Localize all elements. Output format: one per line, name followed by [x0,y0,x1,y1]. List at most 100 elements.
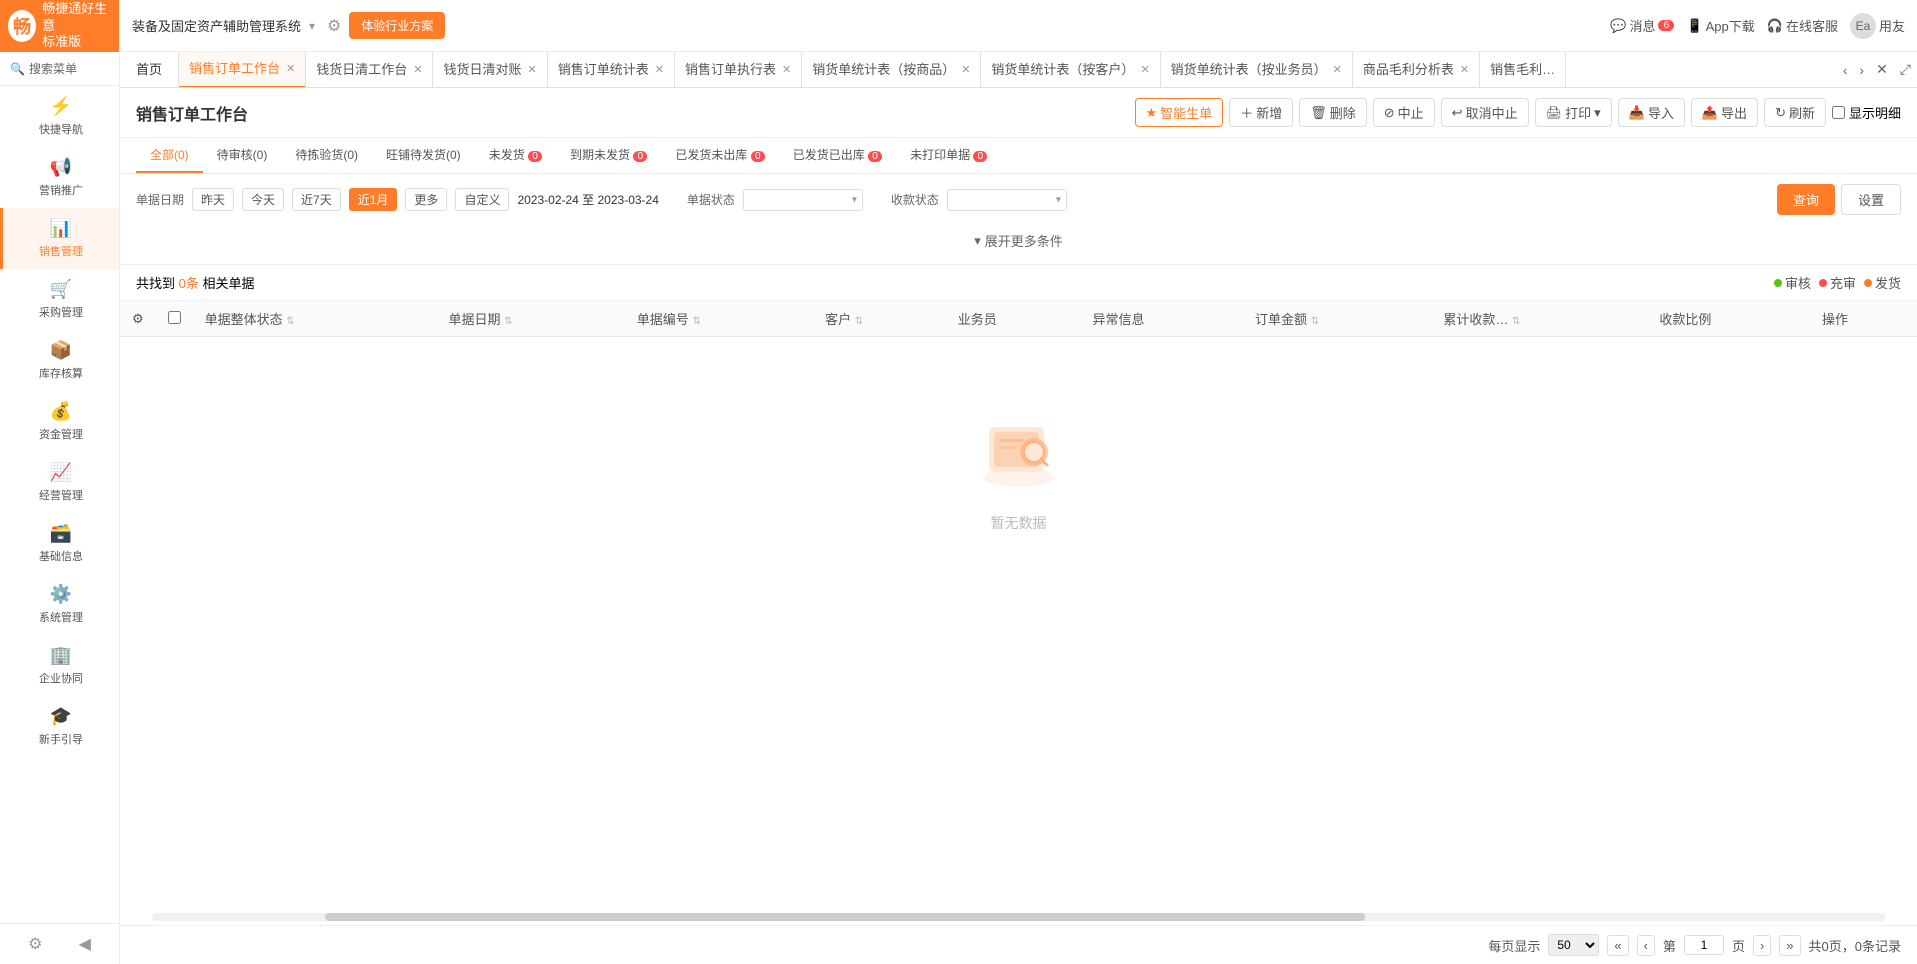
add-button[interactable]: ＋ 新增 [1229,98,1293,127]
export-button[interactable]: 📤 导出 [1691,98,1758,127]
tab-sales-workbench[interactable]: 销售订单工作台 ✕ [179,52,306,88]
prev-page-button[interactable]: ‹ [1637,935,1655,956]
sidebar-item-guide[interactable]: 🎓 新手引导 [0,696,119,757]
tab-sales-stat-customer[interactable]: 销货单统计表（按客户） ✕ [981,52,1160,88]
select-all-checkbox[interactable] [168,311,181,324]
review-action[interactable]: 审核 [1774,273,1811,292]
status-select[interactable] [743,189,863,211]
payment-select[interactable] [947,189,1067,211]
first-page-button[interactable]: « [1607,935,1628,956]
tab-sales-exec[interactable]: 销售订单执行表 ✕ [675,52,802,88]
query-button[interactable]: 查询 [1777,184,1835,215]
set-button[interactable]: 设置 [1841,184,1901,215]
scrollbar-thumb[interactable] [325,913,1365,921]
service-btn[interactable]: 🎧 在线客服 [1767,16,1838,35]
tabs-next-icon[interactable]: › [1853,62,1870,78]
sort-icon[interactable]: ⇅ [855,316,863,327]
sidebar-item-purchase[interactable]: 🛒 采购管理 [0,269,119,330]
not-printed-badge: 0 [973,151,987,162]
sub-tab-pending-inspect[interactable]: 待拣验货(0) [281,138,372,173]
tab-close-icon[interactable]: ✕ [1140,52,1149,88]
print-button[interactable]: 🖨 打印 ▾ [1535,98,1612,127]
sort-icon[interactable]: ⇅ [1311,316,1319,327]
sidebar-item-quicknav[interactable]: ⚡ 快捷导航 [0,86,119,147]
import-button[interactable]: 📥 导入 [1618,98,1685,127]
sidebar-item-label: 库存核算 [39,365,83,381]
delete-button[interactable]: 🗑 删除 [1299,98,1367,127]
date-btn-more[interactable]: 更多 [405,188,447,211]
next-page-button[interactable]: › [1753,935,1771,956]
sort-icon[interactable]: ⇅ [1512,316,1520,327]
sidebar-item-marketing[interactable]: 📢 营销推广 [0,147,119,208]
sidebar-item-operation[interactable]: 📈 经营管理 [0,452,119,513]
scrollbar-track[interactable] [152,913,1885,921]
sub-tab-pending-review[interactable]: 待审核(0) [203,138,282,173]
smart-create-button[interactable]: ★ 智能生单 [1135,98,1224,127]
last-page-button[interactable]: » [1779,935,1800,956]
show-detail-checkbox[interactable]: 显示明细 [1832,103,1901,122]
tab-cash-daily[interactable]: 钱货日清工作台 ✕ [306,52,433,88]
tab-goods-profit[interactable]: 商品毛利分析表 ✕ [1353,52,1480,88]
col-settings[interactable]: ⚙ [120,301,156,337]
tab-home[interactable]: 首页 [120,52,179,88]
tab-sales-stat-staff[interactable]: 销货单统计表（按业务员） ✕ [1161,52,1353,88]
tab-close-icon[interactable]: ✕ [413,52,422,88]
sidebar-item-basic[interactable]: 🗃️ 基础信息 [0,513,119,574]
tab-sales-more[interactable]: 销售毛利… [1480,52,1566,88]
user-label: 用友 [1879,16,1905,35]
date-btn-today[interactable]: 今天 [242,188,284,211]
date-btn-yesterday[interactable]: 昨天 [192,188,234,211]
sidebar-item-system[interactable]: ⚙️ 系统管理 [0,574,119,635]
show-detail-input[interactable] [1832,106,1845,119]
tab-close-icon[interactable]: ✕ [655,52,664,88]
sub-tab-not-printed[interactable]: 未打印单据 0 [896,138,1001,173]
sub-tab-wangpu[interactable]: 旺铺待发货(0) [372,138,475,173]
sub-tab-expired-not-shipped[interactable]: 到期未发货 0 [556,138,661,173]
stop-button[interactable]: ⊘ 中止 [1373,98,1435,127]
date-btn-7days[interactable]: 近7天 [292,188,341,211]
sidebar-search[interactable]: 🔍 搜索菜单 [0,52,119,86]
app-download-btn[interactable]: 📱 App下载 [1686,16,1754,35]
sidebar-item-inventory[interactable]: 📦 库存核算 [0,330,119,391]
sub-tab-not-shipped[interactable]: 未发货 0 [475,138,556,173]
col-collected: 累计收款… ⇅ [1431,301,1647,337]
sidebar-settings-icon[interactable]: ⚙ [28,934,42,954]
per-page-select[interactable]: 10 20 50 100 [1548,934,1599,956]
tab-close-icon[interactable]: ✕ [961,52,970,88]
dropdown-arrow-icon[interactable]: ▾ [309,19,315,33]
topbar-settings-icon[interactable]: ⚙ [327,16,341,36]
sub-tab-shipped-out[interactable]: 已发货已出库 0 [779,138,896,173]
tab-sales-stat-goods[interactable]: 销货单统计表（按商品） ✕ [802,52,981,88]
sidebar-item-finance[interactable]: 💰 资金管理 [0,391,119,452]
sidebar-item-corp[interactable]: 🏢 企业协同 [0,635,119,696]
tab-close-icon[interactable]: ✕ [286,52,295,87]
refresh-button[interactable]: ↻ 刷新 [1764,98,1826,127]
tabs-maximize-icon[interactable]: ⤢ [1894,61,1917,78]
sort-icon[interactable]: ⇅ [286,316,294,327]
table-area: 共找到 0条 相关单据 审核 充审 发货 [120,265,1917,909]
ship-action[interactable]: 发货 [1864,273,1901,292]
tab-close-icon[interactable]: ✕ [528,52,537,88]
sidebar-collapse-icon[interactable]: ◀ [79,934,91,954]
message-btn[interactable]: 💬 消息 6 [1610,16,1674,35]
sub-tab-shipped-not-out[interactable]: 已发货未出库 0 [661,138,778,173]
anti-review-action[interactable]: 充审 [1819,273,1856,292]
sort-icon[interactable]: ⇅ [504,316,512,327]
tabs-prev-icon[interactable]: ‹ [1837,62,1854,78]
page-input[interactable] [1684,935,1724,955]
date-btn-custom[interactable]: 自定义 [455,188,509,211]
date-btn-1month[interactable]: 近1月 [349,188,398,211]
sub-tab-all[interactable]: 全部(0) [136,138,203,173]
user-btn[interactable]: Ea 用友 [1850,13,1905,39]
tab-cash-reconcile[interactable]: 钱货日清对账 ✕ [433,52,547,88]
sidebar-item-sales[interactable]: 📊 销售管理 [0,208,119,269]
sort-icon[interactable]: ⇅ [692,316,700,327]
experience-button[interactable]: 体验行业方案 [349,12,445,39]
tab-close-icon[interactable]: ✕ [782,52,791,88]
tab-close-icon[interactable]: ✕ [1333,52,1342,88]
tab-sales-stat[interactable]: 销售订单统计表 ✕ [548,52,675,88]
tabs-close-all-icon[interactable]: ✕ [1870,61,1894,78]
expand-button[interactable]: ▾ 展开更多条件 [966,227,1071,254]
tab-close-icon[interactable]: ✕ [1460,52,1469,88]
cancel-stop-button[interactable]: ↩ 取消中止 [1441,98,1529,127]
